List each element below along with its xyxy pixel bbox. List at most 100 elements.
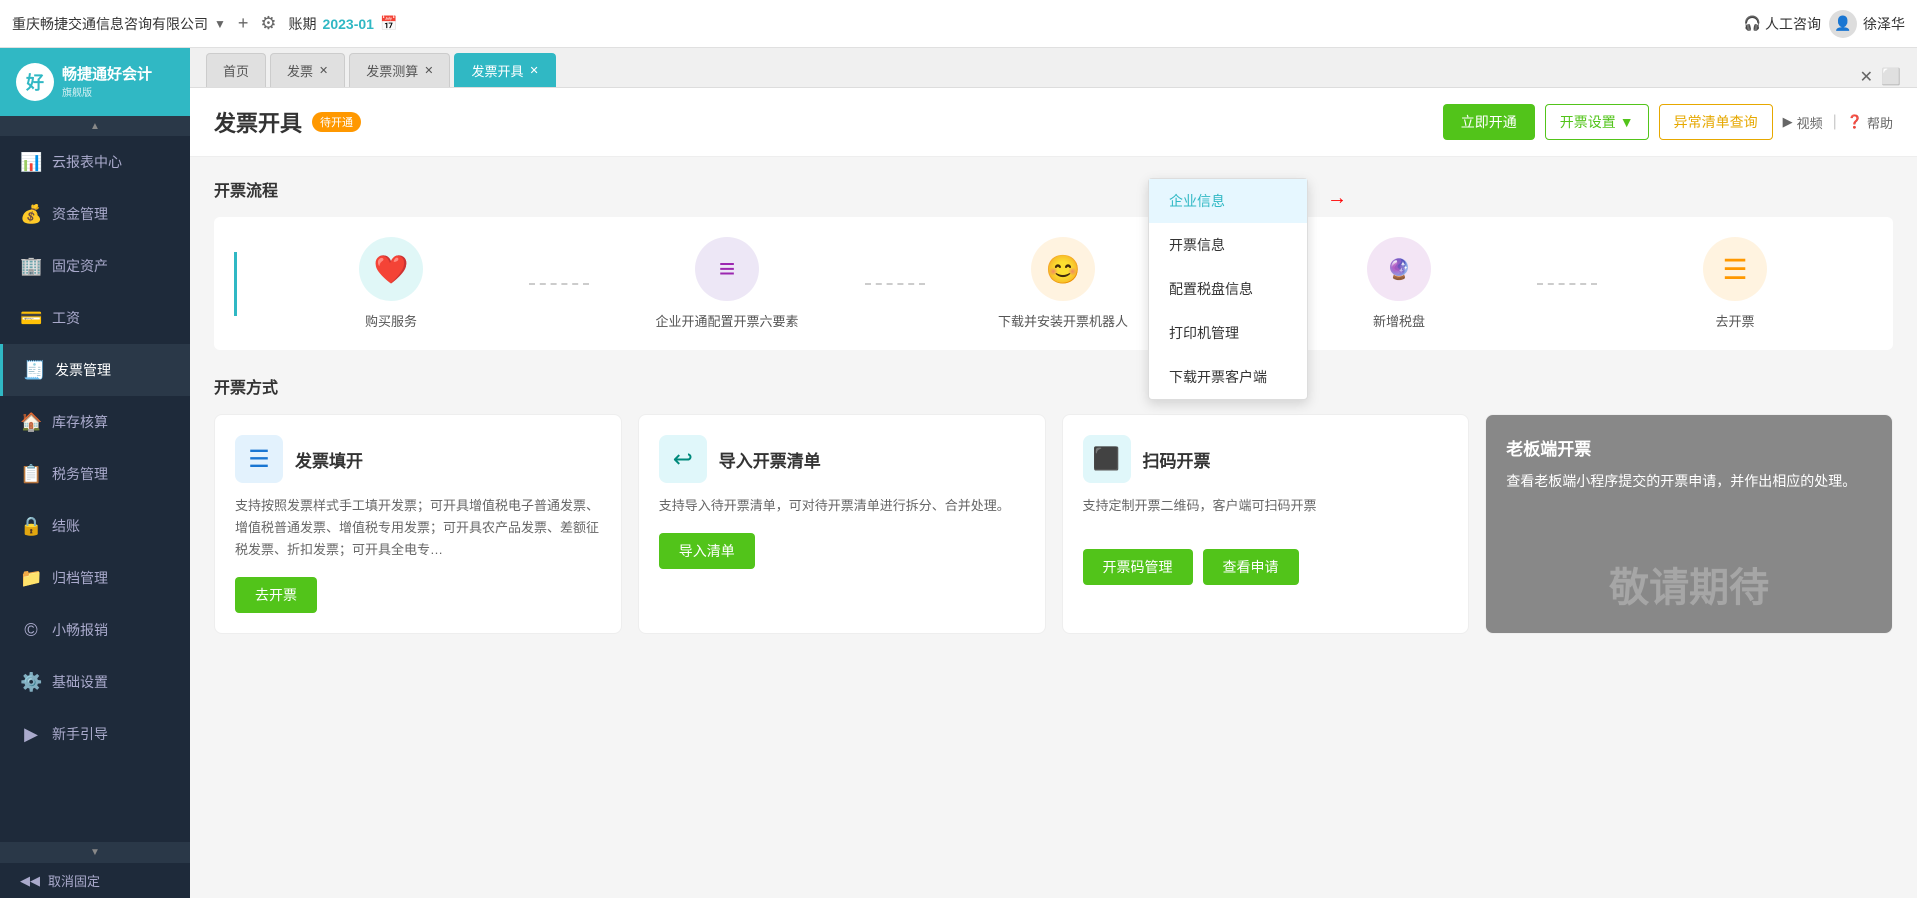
video-button[interactable]: ▶ 视频	[1783, 113, 1823, 132]
sidebar-item-gongzi[interactable]: 💳 工资	[0, 292, 190, 344]
tab-fapiaocesuan[interactable]: 发票测算 ✕	[349, 53, 450, 87]
user-name: 徐泽华	[1863, 14, 1905, 34]
tab-bar: 首页 发票 ✕ 发票测算 ✕ 发票开具 ✕ ✕ ⬜	[190, 48, 1917, 88]
page-title: 发票开具	[214, 106, 302, 138]
billing-card-3-btn2[interactable]: 查看申请	[1203, 549, 1299, 585]
sidebar-item-jiezhang[interactable]: 🔒 结账	[0, 500, 190, 552]
avatar-icon: 👤	[1829, 10, 1857, 38]
flow-section-title: 开票流程	[214, 177, 1893, 201]
sidebar-item-jichushezhi[interactable]: ⚙️ 基础设置	[0, 656, 190, 708]
billing-section-title: 开票方式	[214, 374, 1893, 398]
add-icon[interactable]: +	[238, 13, 249, 34]
sidebar-item-xinshou[interactable]: ▶ 新手引导	[0, 708, 190, 760]
sidebar-item-yunbao[interactable]: 📊 云报表中心	[0, 136, 190, 188]
support-button[interactable]: 🎧 人工咨询	[1744, 14, 1821, 34]
billing-card-1-title: 发票填开	[295, 447, 363, 472]
settings-button[interactable]: 开票设置 ▼	[1545, 104, 1649, 140]
sidebar-label-gongzi: 工资	[52, 308, 80, 328]
dropdown-label-company: 企业信息	[1169, 193, 1225, 209]
dropdown-item-company[interactable]: 企业信息 →	[1149, 179, 1307, 223]
window-maximize-btn[interactable]: ⬜	[1881, 67, 1901, 87]
billing-card-2: ↩ 导入开票清单 支持导入待开票清单，可对待开票清单进行拆分、合并处理。 导入清…	[638, 414, 1046, 634]
account-period: 账期 2023-01 📅	[289, 14, 398, 34]
status-badge: 待开通	[312, 112, 361, 132]
sidebar-unpin[interactable]: ◀◀ 取消固定	[0, 862, 190, 898]
window-close-btn[interactable]: ✕	[1860, 67, 1873, 87]
sidebar-item-fapiao[interactable]: 🧾 发票管理	[0, 344, 190, 396]
sidebar-item-gudingzichan[interactable]: 🏢 固定资产	[0, 240, 190, 292]
billing-card-1: ☰ 发票填开 支持按照发票样式手工填开发票；可开具增值税电子普通发票、增值税普通…	[214, 414, 622, 634]
dropdown-label-invoice: 开票信息	[1169, 237, 1225, 253]
flow-label-1: 购买服务	[365, 311, 417, 330]
sidebar-label-jiezhang: 结账	[52, 516, 80, 536]
billing-card-1-icon: ☰	[235, 435, 283, 483]
sidebar-item-shuiwu[interactable]: 📋 税务管理	[0, 448, 190, 500]
billing-card-2-icon: ↩	[659, 435, 707, 483]
anomaly-button[interactable]: 异常清单查询	[1659, 104, 1773, 140]
billing-card-1-btn[interactable]: 去开票	[235, 577, 317, 613]
period-value: 2023-01	[323, 16, 374, 32]
billing-card-2-header: ↩ 导入开票清单	[659, 435, 1025, 483]
unpin-label: 取消固定	[48, 871, 100, 890]
video-label: 视频	[1797, 113, 1823, 132]
billing-card-3-btn1[interactable]: 开票码管理	[1083, 549, 1193, 585]
arrow-icon: →	[1327, 187, 1347, 210]
billing-card-3-title: 扫码开票	[1143, 447, 1211, 472]
unpin-icon: ◀◀	[20, 873, 40, 889]
flow-connector-1	[529, 283, 589, 285]
dropdown-item-download[interactable]: 下载开票客户端	[1149, 355, 1307, 399]
company-selector[interactable]: 重庆畅捷交通信息咨询有限公司 ▼	[12, 14, 226, 34]
flow-step-1: ❤️ 购买服务	[253, 237, 529, 330]
flow-step-2: ≡ 企业开通配置开票六要素	[589, 237, 865, 330]
tab-fapiaokaju[interactable]: 发票开具 ✕	[454, 53, 555, 87]
activate-button[interactable]: 立即开通	[1443, 104, 1535, 140]
logo-text-group: 畅捷通好会计 旗舰版	[62, 65, 152, 100]
gongzi-icon: 💳	[20, 308, 42, 329]
billing-card-3-btns: 开票码管理 查看申请	[1083, 533, 1449, 585]
main-layout: 好 畅捷通好会计 旗舰版 ▲ 📊 云报表中心 💰 资金管理 🏢 固定资产 💳	[0, 48, 1917, 898]
dropdown-item-printer[interactable]: 打印机管理	[1149, 311, 1307, 355]
dropdown-item-invoice[interactable]: 开票信息	[1149, 223, 1307, 267]
tab-fapiaocesuan-close[interactable]: ✕	[424, 64, 433, 77]
support-label: 人工咨询	[1765, 14, 1821, 34]
tab-fapiao-close[interactable]: ✕	[319, 64, 328, 77]
yunbao-icon: 📊	[20, 152, 42, 173]
flow-icon-4: 🔮	[1367, 237, 1431, 301]
sidebar-label-zijin: 资金管理	[52, 204, 108, 224]
dropdown-label-taxdisk: 配置税盘信息	[1169, 281, 1253, 297]
sidebar-scroll-up[interactable]: ▲	[0, 116, 190, 136]
sidebar-label-fapiao: 发票管理	[55, 360, 111, 380]
billing-card-3-icon: ⬛	[1083, 435, 1131, 483]
sidebar: 好 畅捷通好会计 旗舰版 ▲ 📊 云报表中心 💰 资金管理 🏢 固定资产 💳	[0, 48, 190, 898]
sidebar-item-kucun[interactable]: 🏠 库存核算	[0, 396, 190, 448]
window-controls: ✕ ⬜	[1860, 67, 1901, 87]
logo-title: 畅捷通好会计	[62, 65, 152, 85]
billing-card-2-btn[interactable]: 导入清单	[659, 533, 755, 569]
tab-fapiao-label: 发票	[287, 61, 313, 80]
sidebar-item-xiaochang[interactable]: © 小畅报销	[0, 604, 190, 656]
user-info[interactable]: 👤 徐泽华	[1829, 10, 1905, 38]
flow-icon-5: ☰	[1703, 237, 1767, 301]
zijin-icon: 💰	[20, 204, 42, 225]
calendar-icon[interactable]: 📅	[380, 15, 397, 32]
tab-fapiao[interactable]: 发票 ✕	[270, 53, 345, 87]
sidebar-item-zijin[interactable]: 💰 资金管理	[0, 188, 190, 240]
sidebar-label-xiaochang: 小畅报销	[52, 620, 108, 640]
tab-fapiaokaju-close[interactable]: ✕	[530, 64, 539, 77]
billing-card-3-desc: 支持定制开票二维码，客户端可扫码开票	[1083, 495, 1449, 517]
settings-icon[interactable]: ⚙	[260, 13, 276, 34]
play-icon: ▶	[1783, 114, 1793, 130]
help-button[interactable]: ❓ 帮助	[1847, 113, 1893, 132]
dropdown-item-taxdisk[interactable]: 配置税盘信息	[1149, 267, 1307, 311]
sidebar-item-guidang[interactable]: 📁 归档管理	[0, 552, 190, 604]
sidebar-scroll-down[interactable]: ▼	[0, 842, 190, 862]
header-actions: 立即开通 开票设置 ▼ 异常清单查询 ▶ 视频 | ❓	[1443, 104, 1893, 140]
flow-icon-1: ❤️	[359, 237, 423, 301]
sidebar-label-jichushezhi: 基础设置	[52, 672, 108, 692]
flow-connector-2	[865, 283, 925, 285]
flow-label-4: 新增税盘	[1373, 311, 1425, 330]
xiaochang-icon: ©	[20, 620, 42, 641]
flow-icon-3: 😊	[1031, 237, 1095, 301]
billing-card-4-desc: 查看老板端小程序提交的开票申请，并作出相应的处理。	[1506, 470, 1872, 494]
tab-home[interactable]: 首页	[206, 53, 266, 87]
